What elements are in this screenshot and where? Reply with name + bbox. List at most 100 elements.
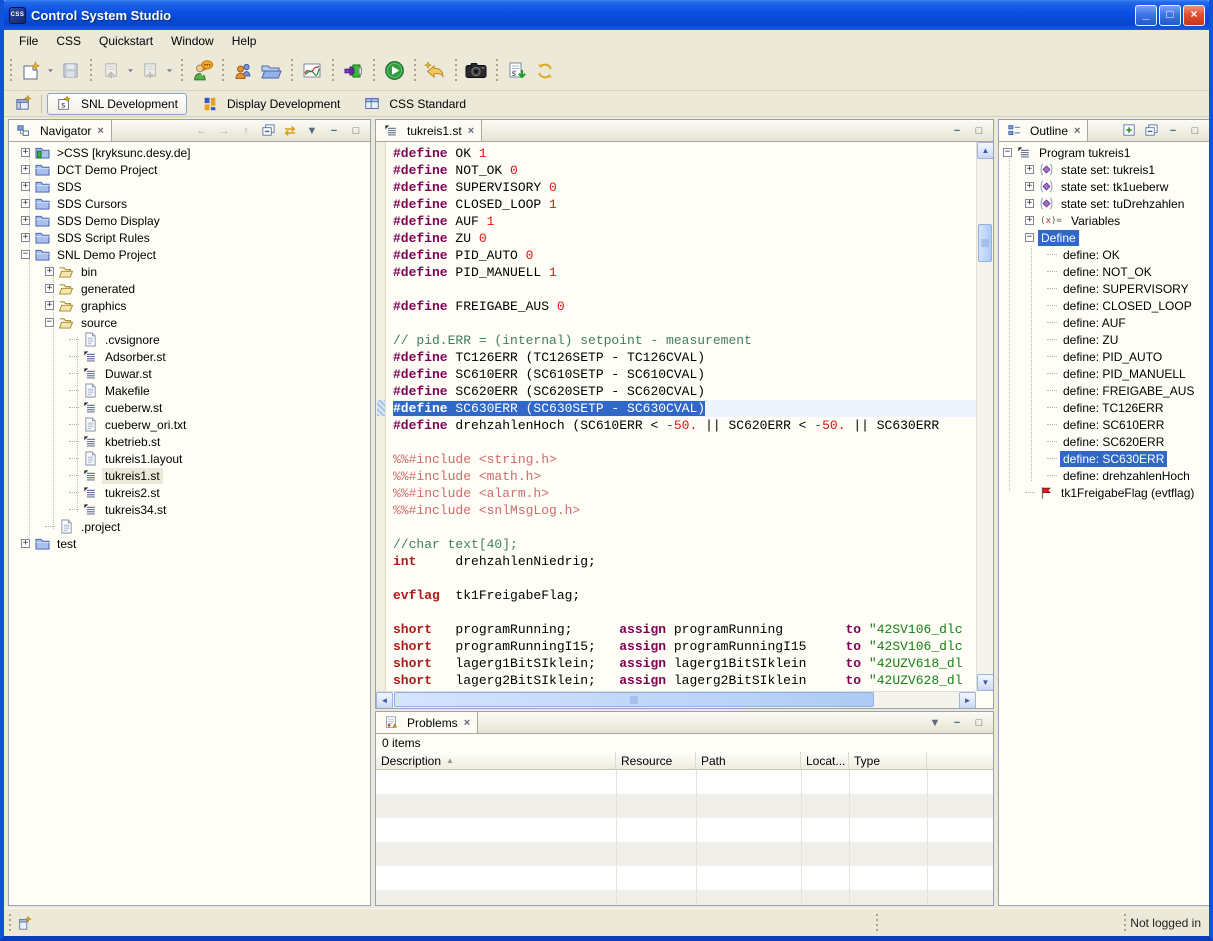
outline-item[interactable]: define: PID_AUTO: [999, 348, 1209, 365]
code-line[interactable]: int drehzahlenNiedrig;: [393, 553, 976, 570]
code-line[interactable]: [393, 434, 976, 451]
column-header-locat[interactable]: Locat...: [801, 752, 849, 769]
code-line[interactable]: #define PID_AUTO 0: [393, 247, 976, 264]
code-line[interactable]: short programRunningI15; assign programR…: [393, 638, 976, 655]
code-line[interactable]: %%#include <alarm.h>: [393, 485, 976, 502]
outline-close-icon[interactable]: ×: [1074, 125, 1080, 137]
outline-tab[interactable]: Outline ×: [999, 120, 1088, 141]
dropdown-arrow-icon[interactable]: [164, 58, 175, 84]
window-titlebar[interactable]: CSS Control System Studio _ □ ×: [0, 0, 1213, 30]
expand-toggle[interactable]: +: [45, 301, 54, 310]
code-line[interactable]: #define PID_MANUELL 1: [393, 264, 976, 281]
navigator-item[interactable]: .cvsignore: [9, 331, 370, 348]
navigator-up-button[interactable]: ↑: [238, 123, 254, 139]
code-line[interactable]: %%#include <snlMsgLog.h>: [393, 502, 976, 519]
menu-window[interactable]: Window: [162, 32, 223, 50]
outline-item[interactable]: define: ZU: [999, 331, 1209, 348]
dropdown-arrow-icon[interactable]: [45, 58, 56, 84]
navigator-minimize-button[interactable]: −: [326, 123, 342, 139]
code-line[interactable]: [393, 519, 976, 536]
navigator-item[interactable]: tukreis34.st: [9, 501, 370, 518]
navigator-item[interactable]: cueberw.st: [9, 399, 370, 416]
navigator-close-icon[interactable]: ×: [97, 125, 103, 137]
code-line[interactable]: #define OK 1: [393, 145, 976, 162]
vscroll-thumb[interactable]: [978, 224, 992, 262]
outline-item[interactable]: −Define: [999, 229, 1209, 246]
outline-item[interactable]: −Program tukreis1: [999, 144, 1209, 161]
code-line[interactable]: #define SUPERVISORY 0: [393, 179, 976, 196]
editor-tab[interactable]: tukreis1.st ×: [376, 120, 482, 141]
navigator-item[interactable]: tukreis2.st: [9, 484, 370, 501]
column-header-resource[interactable]: Resource: [616, 752, 696, 769]
code-line[interactable]: #define AUF 1: [393, 213, 976, 230]
navigator-item[interactable]: +>CSS [kryksunc.desy.de]: [9, 144, 370, 161]
problems-view-menu-button[interactable]: ▼: [927, 715, 943, 731]
outline-minimize-button[interactable]: −: [1165, 123, 1181, 139]
expand-toggle[interactable]: +: [1025, 182, 1034, 191]
expand-toggle[interactable]: +: [1025, 165, 1034, 174]
navigator-link-editor-button[interactable]: ⇄: [282, 123, 298, 139]
expand-toggle[interactable]: +: [21, 182, 30, 191]
menu-quickstart[interactable]: Quickstart: [90, 32, 162, 50]
code-area[interactable]: #define OK 1#define NOT_OK 0#define SUPE…: [387, 142, 976, 691]
expand-toggle[interactable]: +: [21, 233, 30, 242]
navigator-tab[interactable]: Navigator ×: [9, 120, 112, 141]
outline-item[interactable]: define: SUPERVISORY: [999, 280, 1209, 297]
code-line[interactable]: #define ZU 0: [393, 230, 976, 247]
scroll-up-button[interactable]: ▲: [977, 142, 993, 159]
navigator-item[interactable]: kbetrieb.st: [9, 433, 370, 450]
expand-toggle[interactable]: +: [45, 267, 54, 276]
collapse-toggle[interactable]: −: [45, 318, 54, 327]
checkin-button[interactable]: [98, 58, 124, 84]
collapse-toggle[interactable]: −: [1003, 148, 1012, 157]
code-line[interactable]: short lagerg1BitSIklein; assign lagerg1B…: [393, 655, 976, 672]
code-line[interactable]: short lagerg2BitSIklein; assign lagerg2B…: [393, 672, 976, 689]
refresh-button[interactable]: [532, 58, 558, 84]
navigator-item[interactable]: cueberw_ori.txt: [9, 416, 370, 433]
outline-maximize-button[interactable]: □: [1187, 123, 1203, 139]
code-line[interactable]: #define SC620ERR (SC620SETP - SC620CVAL): [393, 383, 976, 400]
editor-hscrollbar[interactable]: ◄ ►: [376, 691, 976, 708]
outline-item[interactable]: tk1FreigabeFlag (evtflag): [999, 484, 1209, 501]
code-line[interactable]: [393, 570, 976, 587]
navigator-collapse-all-button[interactable]: [260, 123, 276, 139]
code-line[interactable]: [393, 315, 976, 332]
scroll-right-button[interactable]: ►: [959, 692, 976, 708]
navigator-item[interactable]: +SDS Demo Display: [9, 212, 370, 229]
scroll-left-button[interactable]: ◄: [376, 692, 393, 708]
run-button[interactable]: [381, 58, 407, 84]
navigator-item[interactable]: tukreis1.st: [9, 467, 370, 484]
hscroll-thumb[interactable]: [394, 692, 874, 707]
outline-item[interactable]: +state set: tukreis1: [999, 161, 1209, 178]
column-header-path[interactable]: Path: [696, 752, 801, 769]
navigator-item[interactable]: +SDS Script Rules: [9, 229, 370, 246]
navigator-item[interactable]: Duwar.st: [9, 365, 370, 382]
navigator-item[interactable]: +graphics: [9, 297, 370, 314]
expand-toggle[interactable]: +: [21, 148, 30, 157]
close-window-button[interactable]: ×: [1183, 5, 1205, 26]
code-line[interactable]: // pid.ERR = (internal) setpoint - measu…: [393, 332, 976, 349]
plugin-button[interactable]: [340, 58, 366, 84]
outline-item[interactable]: define: CLOSED_LOOP: [999, 297, 1209, 314]
back-history-button[interactable]: [422, 58, 448, 84]
navigator-item[interactable]: .project: [9, 518, 370, 535]
expand-toggle[interactable]: +: [21, 216, 30, 225]
menu-file[interactable]: File: [10, 32, 47, 50]
code-line[interactable]: #define drehzahlenHoch (SC610ERR < -50. …: [393, 417, 976, 434]
navigator-item[interactable]: −source: [9, 314, 370, 331]
code-line[interactable]: #define CLOSED_LOOP 1: [393, 196, 976, 213]
navigator-back-button[interactable]: ←: [194, 123, 210, 139]
dropdown-arrow-icon[interactable]: [125, 58, 136, 84]
navigator-view-menu-button[interactable]: ▼: [304, 123, 320, 139]
code-line[interactable]: %%#include <math.h>: [393, 468, 976, 485]
navigator-item[interactable]: Adsorber.st: [9, 348, 370, 365]
editor-minimize-button[interactable]: −: [949, 123, 965, 139]
code-line[interactable]: [393, 281, 976, 298]
code-line[interactable]: #define FREIGABE_AUS 0: [393, 298, 976, 315]
outline-item[interactable]: define: NOT_OK: [999, 263, 1209, 280]
problems-close-icon[interactable]: ×: [464, 717, 470, 729]
navigator-item[interactable]: +bin: [9, 263, 370, 280]
navigator-item[interactable]: +SDS Cursors: [9, 195, 370, 212]
code-line[interactable]: [393, 604, 976, 621]
navigator-item[interactable]: +SDS: [9, 178, 370, 195]
